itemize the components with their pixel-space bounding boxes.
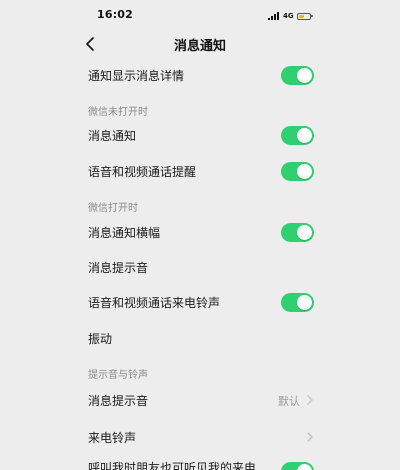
status-indicators: 4G <box>268 10 313 22</box>
setting-label: 消息通知 <box>88 128 137 143</box>
setting-row-open-vibrate[interactable]: 振动 <box>88 327 314 349</box>
page-title: 消息通知 <box>173 39 226 54</box>
setting-row-sound-ringtone[interactable]: 来电铃声 <box>88 426 314 448</box>
show-details-toggle[interactable] <box>281 66 314 85</box>
section-header-sounds: 提示音与铃声 <box>88 370 148 381</box>
chevron-right-icon <box>307 395 313 405</box>
network-label: 4G <box>283 12 294 20</box>
status-bar: 16:02 4G <box>0 0 400 30</box>
open-ringtone-toggle[interactable] <box>281 293 314 312</box>
open-banner-toggle[interactable] <box>281 223 314 242</box>
friends-hear-toggle[interactable] <box>281 462 314 470</box>
status-time: 16:02 <box>97 8 134 21</box>
notification-settings-screen: 16:02 4G 消息通知 通知显示消息详情 微信未打开时 消息通知 语音和视频… <box>0 0 400 470</box>
battery-fill <box>298 14 304 18</box>
setting-row-friends-hear[interactable]: 呼叫我时朋友也可听见我的来电 <box>88 456 314 470</box>
setting-row-open-sound[interactable]: 消息提示音 <box>88 256 314 278</box>
closed-notify-toggle[interactable] <box>281 126 314 145</box>
setting-value: 默认 <box>278 395 300 408</box>
setting-label: 消息通知横幅 <box>88 225 161 240</box>
setting-label: 语音和视频通话提醒 <box>88 164 197 179</box>
setting-label: 振动 <box>88 331 113 346</box>
setting-label: 消息提示音 <box>88 393 149 408</box>
section-header-closed: 微信未打开时 <box>88 107 148 118</box>
setting-row-open-ringtone[interactable]: 语音和视频通话来电铃声 <box>88 291 314 313</box>
setting-label: 通知显示消息详情 <box>88 68 185 83</box>
setting-label: 消息提示音 <box>88 260 149 275</box>
closed-call-toggle[interactable] <box>281 162 314 181</box>
setting-label: 呼叫我时朋友也可听见我的来电 <box>88 460 257 470</box>
setting-row-open-banner[interactable]: 消息通知横幅 <box>88 221 314 243</box>
signal-icon <box>268 12 280 20</box>
section-header-open: 微信打开时 <box>88 203 138 214</box>
setting-label: 语音和视频通话来电铃声 <box>88 295 221 310</box>
setting-label: 来电铃声 <box>88 430 137 445</box>
chevron-right-icon <box>307 432 313 442</box>
battery-icon <box>296 12 313 20</box>
setting-row-sound-message[interactable]: 消息提示音 默认 <box>88 389 314 411</box>
setting-row-closed-call[interactable]: 语音和视频通话提醒 <box>88 160 314 182</box>
setting-row-show-details[interactable]: 通知显示消息详情 <box>88 64 314 86</box>
nav-bar: 消息通知 <box>0 30 400 58</box>
setting-row-closed-notify[interactable]: 消息通知 <box>88 124 314 146</box>
